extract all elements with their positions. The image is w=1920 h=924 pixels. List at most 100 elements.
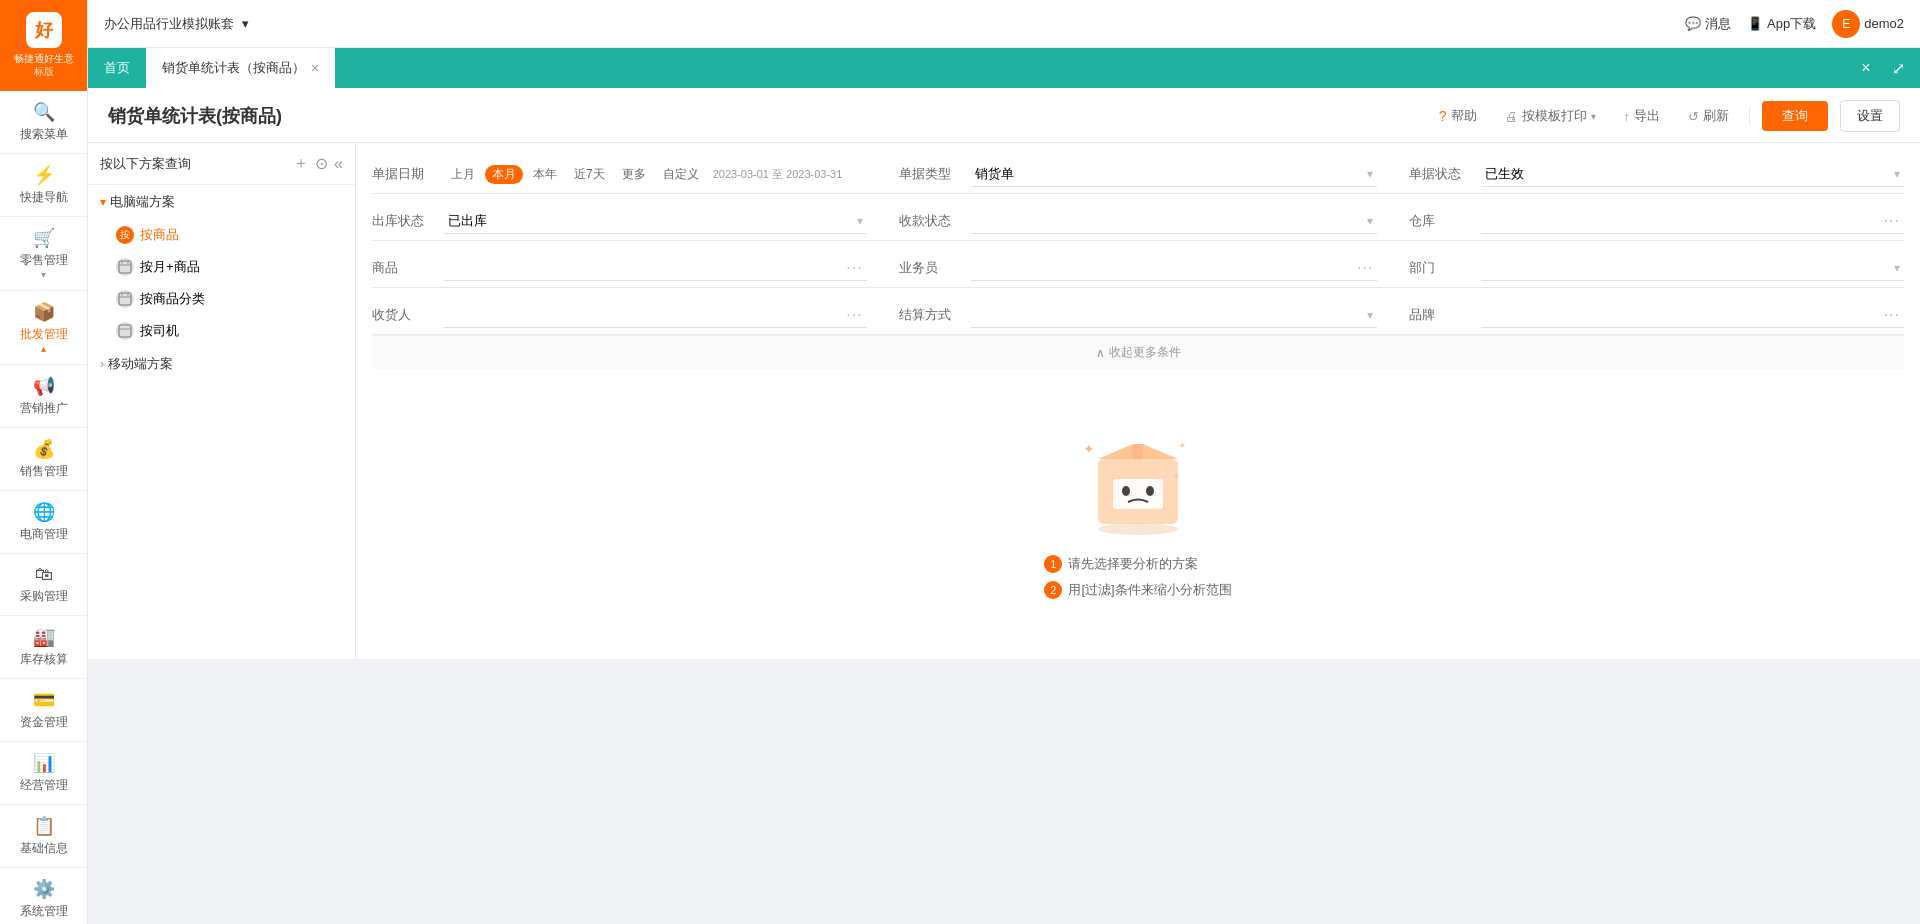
filter-row-2: 出库状态 已出库 ▾ 收款状态 ▾ (372, 202, 1904, 241)
collection-value-container[interactable]: ▾ (971, 208, 1378, 234)
hint-num-2: 2 (1044, 581, 1062, 599)
user-menu[interactable]: E demo2 (1832, 10, 1904, 38)
export-label: 导出 (1634, 107, 1660, 125)
collection-dropdown-icon: ▾ (1367, 214, 1373, 228)
query-btn[interactable]: 查询 (1762, 101, 1828, 131)
date-tab-this-year[interactable]: 本年 (526, 165, 564, 184)
svg-text:✦: ✦ (1178, 440, 1186, 451)
tab-close-icon[interactable]: × (311, 61, 319, 75)
tab-close-all[interactable]: × (1852, 54, 1880, 82)
app-name: 畅捷通好生意 (14, 52, 74, 65)
search-icon: 🔍 (33, 101, 55, 123)
date-tab-last-month[interactable]: 上月 (444, 165, 482, 184)
collapse-scheme-icon[interactable]: « (334, 155, 343, 173)
sidebar: 好 畅捷通好生意 标版 🔍 搜索菜单 ⚡ 快捷导航 🛒 零售管理 ▾ 📦 批发管… (0, 0, 88, 924)
sidebar-item-sales[interactable]: 💰 销售管理 (0, 428, 87, 491)
page-header: 销货单统计表(按商品) ? 帮助 🖨 按模板打印 ▾ ↑ 导出 (88, 88, 1920, 143)
scheme-item-by-goods[interactable]: 按 按商品 (88, 219, 355, 251)
payment-label: 结算方式 (899, 306, 971, 324)
print-label: 按模板打印 (1522, 107, 1587, 125)
scheme-cat-pc[interactable]: ▾ 电脑端方案 (88, 185, 355, 219)
svg-text:✦: ✦ (1173, 472, 1180, 481)
date-tab-custom[interactable]: 自定义 (656, 165, 706, 184)
purchase-icon: 🛍 (35, 564, 53, 585)
filter-date: 单据日期 上月 本月 本年 近7天 更多 自定义 2023-03-01 至 20… (372, 155, 883, 194)
help-btn[interactable]: ? 帮助 (1431, 103, 1485, 129)
out-status-value-container[interactable]: 已出库 ▾ (444, 208, 867, 234)
date-tab-this-month[interactable]: 本月 (485, 165, 523, 184)
settings-scheme-icon[interactable]: ⊙ (315, 154, 328, 173)
message-btn[interactable]: 💬 消息 (1685, 15, 1731, 33)
driver-item-icon (116, 322, 134, 340)
topbar-arrow: ▾ (242, 16, 249, 31)
sidebar-item-inventory[interactable]: 🏭 库存核算 (0, 616, 87, 679)
goods-item-label: 按商品 (140, 226, 179, 244)
sidebar-item-wholesale[interactable]: 📦 批发管理 ▴ (0, 291, 87, 365)
doc-status-value-container[interactable]: 已生效 ▾ (1481, 161, 1904, 187)
system-icon: ⚙️ (33, 878, 55, 900)
sidebar-item-purchase[interactable]: 🛍 采购管理 (0, 554, 87, 616)
print-icon: 🖨 (1505, 109, 1518, 124)
sidebar-sales-label: 销售管理 (20, 463, 68, 480)
scheme-cat-mobile[interactable]: › 移动端方案 (88, 347, 355, 381)
topbar-left: 办公用品行业模拟账套 ▾ (104, 15, 249, 33)
sidebar-item-basic[interactable]: 📋 基础信息 (0, 805, 87, 868)
pc-cat-label: 电脑端方案 (110, 193, 175, 211)
receiver-value-container[interactable]: ··· (444, 302, 867, 328)
sidebar-basic-label: 基础信息 (20, 840, 68, 857)
svg-text:✦: ✦ (1083, 441, 1095, 457)
scheme-item-by-cat[interactable]: 按商品分类 (88, 283, 355, 315)
sidebar-quicknav-label: 快捷导航 (20, 189, 68, 206)
tab-sales-stat[interactable]: 销货单统计表（按商品） × (146, 48, 335, 88)
tab-home[interactable]: 首页 (88, 48, 146, 88)
sidebar-item-system[interactable]: ⚙️ 系统管理 (0, 868, 87, 924)
svg-rect-8 (119, 325, 131, 337)
refresh-label: 刷新 (1703, 107, 1729, 125)
hint-num-1: 1 (1044, 555, 1062, 573)
filter-out-status: 出库状态 已出库 ▾ (372, 202, 883, 241)
print-btn[interactable]: 🖨 按模板打印 ▾ (1497, 103, 1604, 129)
dept-dropdown-icon: ▾ (1894, 261, 1900, 275)
tab-expand[interactable]: ⤢ (1884, 54, 1912, 82)
brand-value-container[interactable]: ··· (1481, 302, 1904, 328)
user-avatar: E (1832, 10, 1860, 38)
wholesale-icon: 📦 (33, 301, 55, 323)
doc-status-value: 已生效 (1485, 165, 1524, 183)
export-btn[interactable]: ↑ 导出 (1616, 103, 1669, 129)
collapse-up-icon: ∧ (1096, 346, 1105, 360)
sidebar-item-marketing[interactable]: 📢 营销推广 (0, 365, 87, 428)
sidebar-item-operations[interactable]: 📊 经营管理 (0, 742, 87, 805)
driver-item-label: 按司机 (140, 322, 179, 340)
app-download-label: App下载 (1767, 15, 1816, 33)
refresh-btn[interactable]: ↺ 刷新 (1680, 103, 1737, 129)
out-status-value: 已出库 (448, 212, 487, 230)
scheme-item-by-month-goods[interactable]: 按月+商品 (88, 251, 355, 283)
warehouse-value-container[interactable]: ··· (1481, 208, 1904, 234)
sidebar-ecommerce-label: 电商管理 (20, 526, 68, 543)
date-tab-more[interactable]: 更多 (615, 165, 653, 184)
sidebar-item-retail[interactable]: 🛒 零售管理 ▾ (0, 217, 87, 291)
message-label: 消息 (1705, 15, 1731, 33)
sidebar-item-search[interactable]: 🔍 搜索菜单 (0, 91, 87, 154)
add-scheme-icon[interactable]: ＋ (293, 153, 309, 174)
sidebar-item-quicknav[interactable]: ⚡ 快捷导航 (0, 154, 87, 217)
page-title: 销货单统计表(按商品) (108, 104, 282, 128)
settings-btn[interactable]: 设置 (1840, 100, 1900, 132)
goods-value-container[interactable]: ··· (444, 255, 867, 281)
salesperson-value-container[interactable]: ··· (971, 255, 1378, 281)
dept-value-container[interactable]: ▾ (1481, 255, 1904, 281)
collapse-label: 收起更多条件 (1109, 344, 1181, 361)
date-tab-7days[interactable]: 近7天 (567, 165, 612, 184)
content: 销货单统计表(按商品) ? 帮助 🖨 按模板打印 ▾ ↑ 导出 (88, 88, 1920, 924)
sidebar-item-ecommerce[interactable]: 🌐 电商管理 (0, 491, 87, 554)
svg-rect-4 (119, 293, 131, 305)
scheme-item-by-driver[interactable]: 按司机 (88, 315, 355, 347)
hint-text-2: 用[过滤]条件来缩小分析范围 (1068, 581, 1231, 599)
collapse-bar[interactable]: ∧ 收起更多条件 (372, 335, 1904, 369)
payment-value-container[interactable]: ▾ (971, 302, 1378, 328)
collection-label: 收款状态 (899, 212, 971, 230)
app-download-btn[interactable]: 📱 App下载 (1747, 15, 1816, 33)
sidebar-item-finance[interactable]: 💳 资金管理 (0, 679, 87, 742)
doc-type-label: 单据类型 (899, 165, 971, 183)
doc-type-value-container[interactable]: 销货单 ▾ (971, 161, 1378, 187)
